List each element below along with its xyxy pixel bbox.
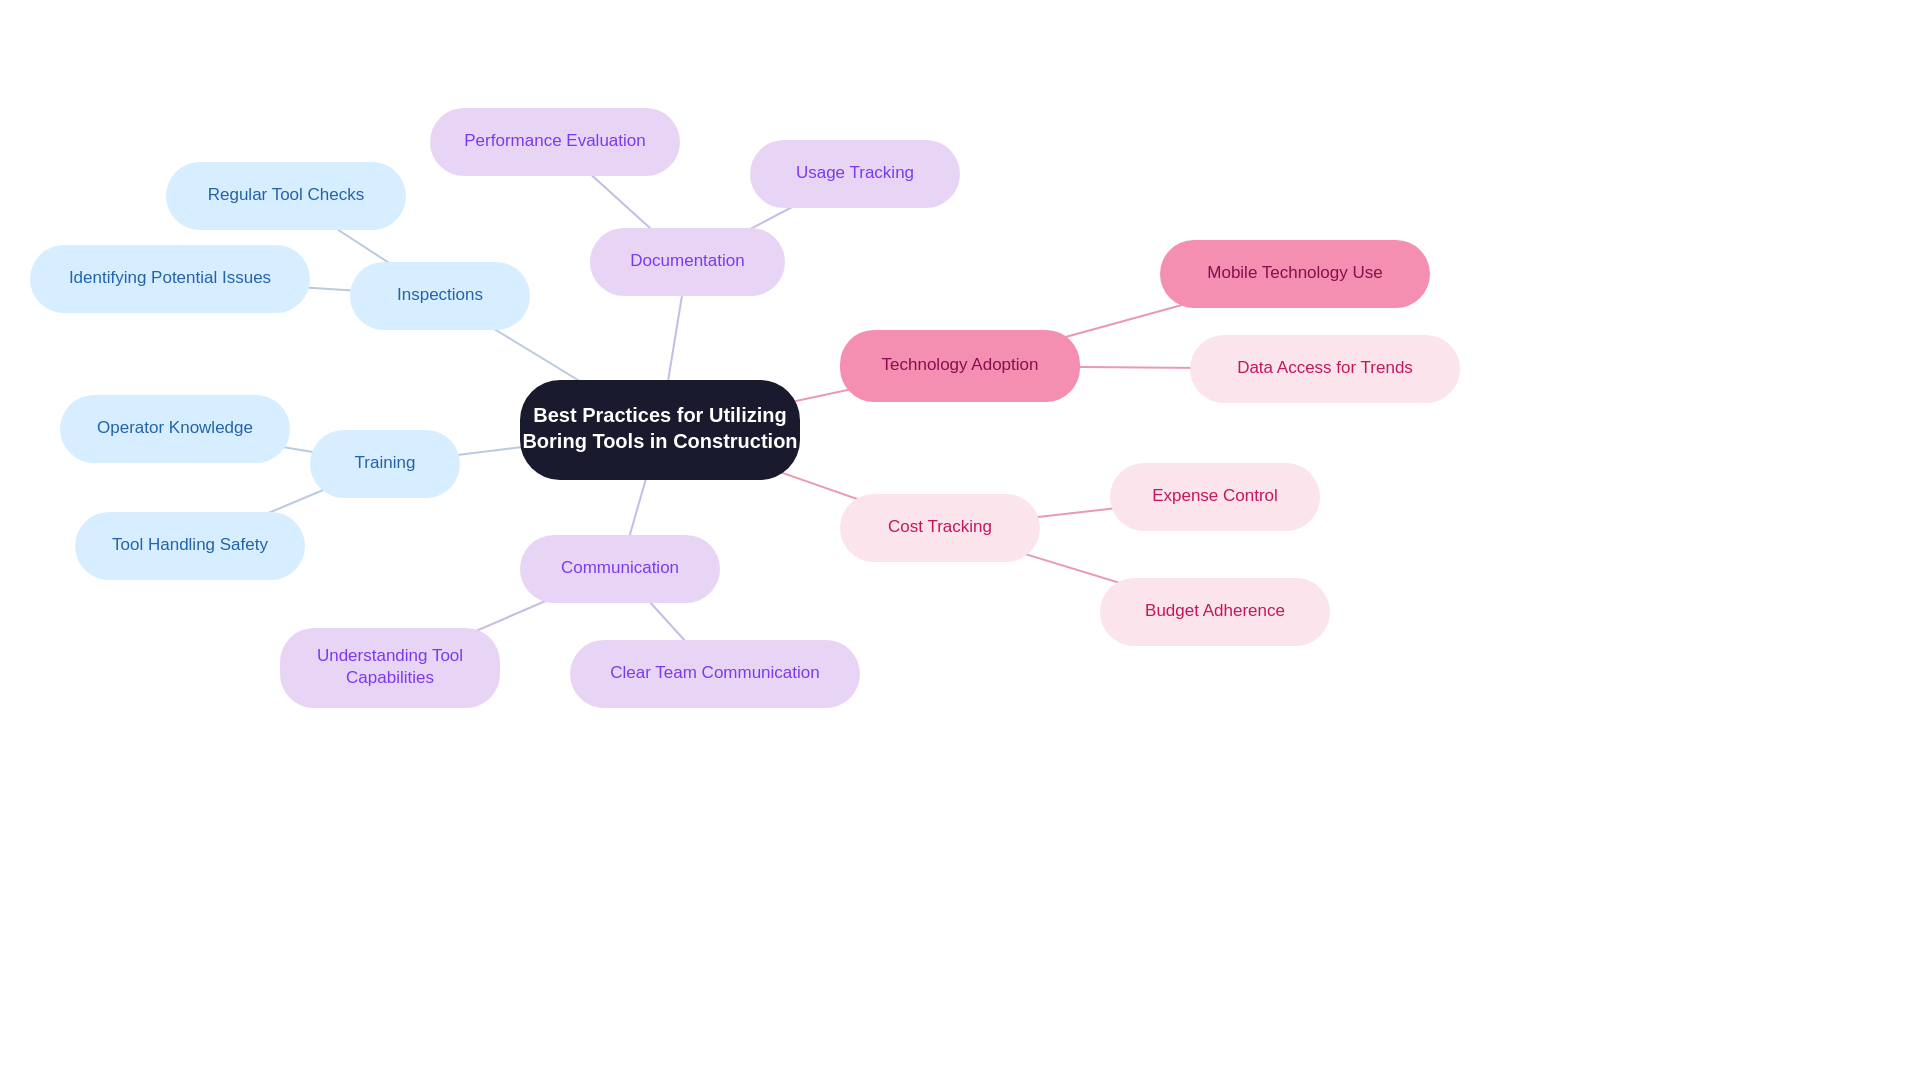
svg-text:Identifying Potential Issues: Identifying Potential Issues xyxy=(69,268,271,287)
svg-text:Tool Handling Safety: Tool Handling Safety xyxy=(112,535,268,554)
svg-text:Inspections: Inspections xyxy=(397,285,483,304)
svg-text:Data Access for Trends: Data Access for Trends xyxy=(1237,358,1413,377)
svg-text:Budget Adherence: Budget Adherence xyxy=(1145,601,1285,620)
svg-text:Expense Control: Expense Control xyxy=(1152,486,1278,505)
svg-text:Performance Evaluation: Performance Evaluation xyxy=(464,131,645,150)
svg-text:Best Practices for Utilizing: Best Practices for Utilizing xyxy=(533,404,786,426)
svg-text:Technology Adoption: Technology Adoption xyxy=(882,355,1039,374)
svg-text:Understanding Tool: Understanding Tool xyxy=(317,646,463,665)
svg-text:Training: Training xyxy=(355,453,416,472)
svg-text:Communication: Communication xyxy=(561,558,679,577)
svg-text:Clear Team Communication: Clear Team Communication xyxy=(610,663,819,682)
mind-map-canvas: Best Practices for Utilizing Boring Tools… xyxy=(0,0,1920,1083)
svg-text:Boring Tools in Construction: Boring Tools in Construction xyxy=(522,430,797,452)
svg-text:Usage Tracking: Usage Tracking xyxy=(796,163,914,182)
svg-text:Mobile Technology Use: Mobile Technology Use xyxy=(1207,263,1382,282)
svg-text:Cost Tracking: Cost Tracking xyxy=(888,517,992,536)
svg-text:Regular Tool Checks: Regular Tool Checks xyxy=(208,185,365,204)
svg-text:Capabilities: Capabilities xyxy=(346,668,434,687)
svg-text:Operator Knowledge: Operator Knowledge xyxy=(97,418,253,437)
svg-text:Documentation: Documentation xyxy=(630,251,744,270)
